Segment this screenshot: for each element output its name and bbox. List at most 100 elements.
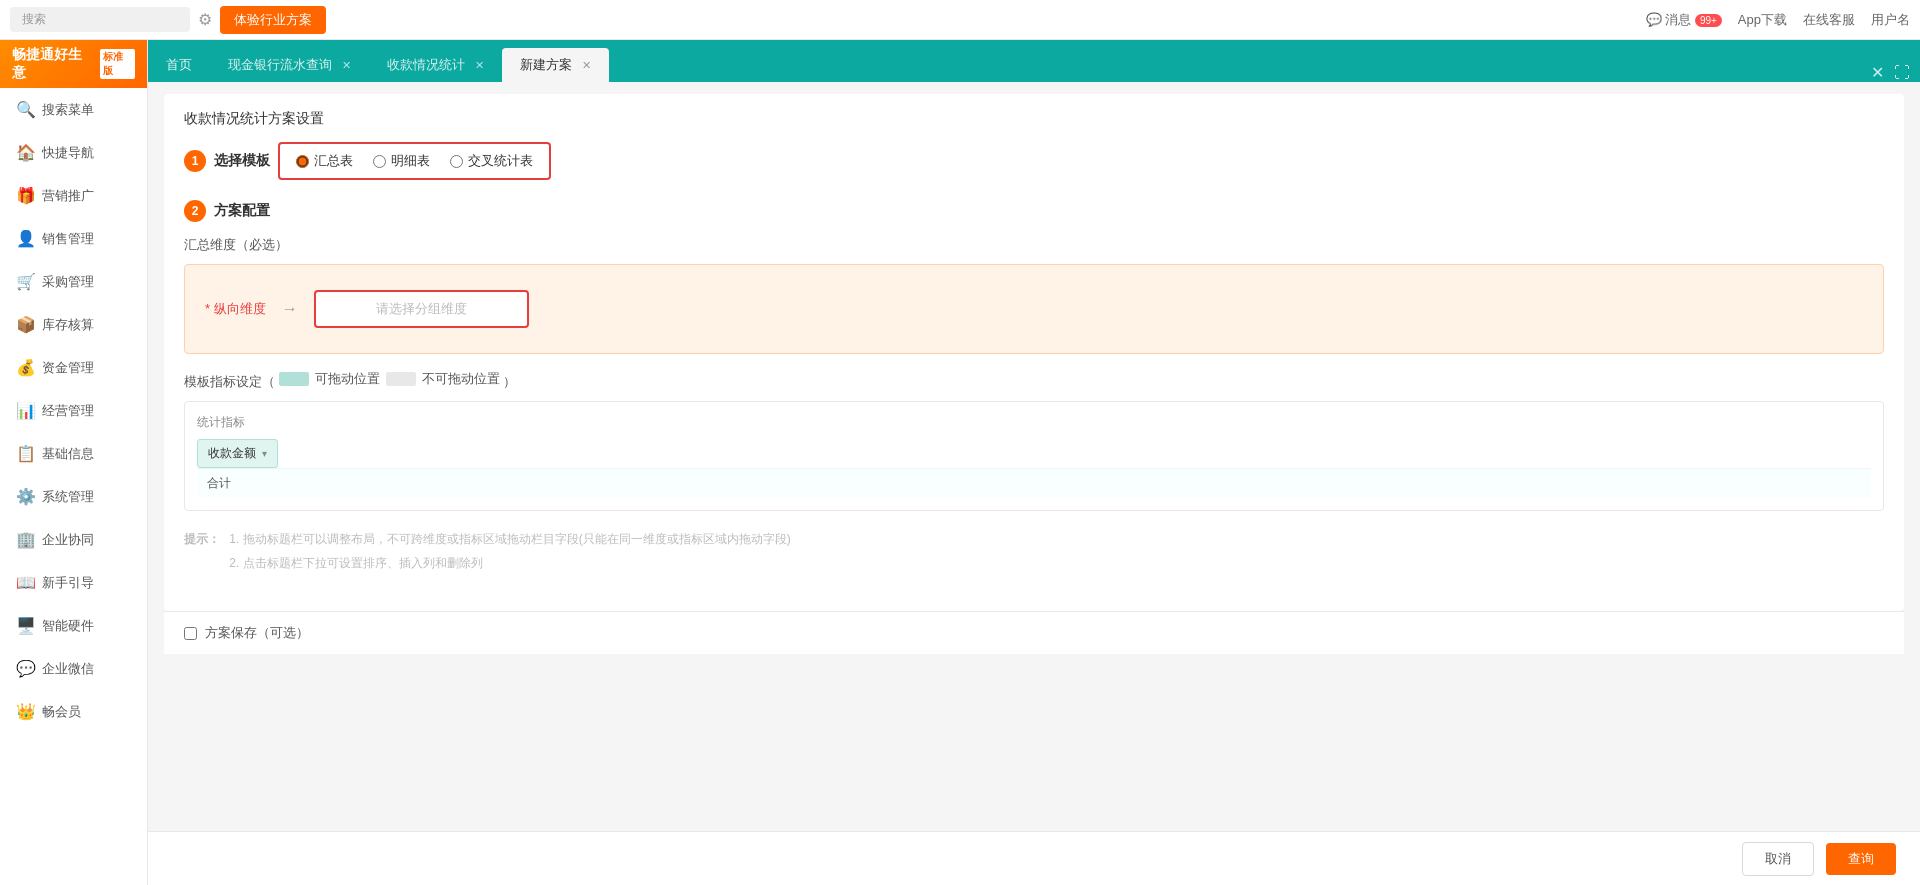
sidebar-logo: 畅捷通好生意 标准版 [0, 40, 147, 88]
search-menu-icon: 🔍 [16, 100, 34, 119]
metrics-title: 统计指标 [197, 414, 1871, 431]
tab-fullscreen-icon[interactable]: ⛶ [1894, 64, 1910, 82]
sidebar-item-enterprise[interactable]: 🏢 企业协同 [0, 518, 147, 561]
radio-detail-input[interactable] [373, 155, 386, 168]
metric-tag-row: 收款金额 ▾ [197, 439, 1871, 468]
tab-bank-flow[interactable]: 现金银行流水查询 ✕ [210, 48, 369, 82]
tab-home[interactable]: 首页 [148, 48, 210, 82]
sidebar-item-quick-nav[interactable]: 🏠 快捷导航 [0, 131, 147, 174]
vertical-label-text: * 纵向维度 [205, 301, 266, 316]
online-service-link[interactable]: 在线客服 [1803, 11, 1855, 29]
app-download-link[interactable]: App下载 [1738, 11, 1787, 29]
tip-text-1: 1. 拖动标题栏可以调整布局，不可跨维度或指标区域拖动栏目字段(只能在同一维度或… [229, 532, 790, 546]
search-bar[interactable]: 搜索 [10, 7, 190, 32]
dimension-select-box[interactable]: 请选择分组维度 [314, 290, 529, 328]
vertical-dimension-label: * 纵向维度 [205, 300, 266, 318]
query-button[interactable]: 查询 [1826, 843, 1896, 875]
sidebar-item-hardware[interactable]: 🖥️ 智能硬件 [0, 604, 147, 647]
tab-new-plan[interactable]: 新建方案 ✕ [502, 48, 609, 82]
main-content: 首页 现金银行流水查询 ✕ 收款情况统计 ✕ 新建方案 ✕ ✕ ⛶ [148, 40, 1920, 885]
metric-subtotal-row: 合计 [197, 468, 1871, 498]
draggable-label: 可拖动位置 [315, 370, 380, 388]
save-section: 方案保存（可选） [164, 611, 1904, 654]
sidebar-item-purchase[interactable]: 🛒 采购管理 [0, 260, 147, 303]
metrics-header-close: ） [503, 374, 516, 389]
radio-summary[interactable]: 汇总表 [296, 152, 353, 170]
metric-tag-collection-amount[interactable]: 收款金额 ▾ [197, 439, 278, 468]
sidebar-label-basic: 基础信息 [42, 445, 94, 463]
tip-line-1: 提示： 1. 拖动标题栏可以调整布局，不可跨维度或指标区域拖动栏目字段(只能在同… [184, 527, 1884, 551]
step2-header: 2 方案配置 [184, 200, 1884, 222]
tip-line-2: 提示： 2. 点击标题栏下拉可设置排序、插入列和删除列 [184, 551, 1884, 575]
finance-icon: 💰 [16, 358, 34, 377]
sales-icon: 👤 [16, 229, 34, 248]
tab-collection-stats-close[interactable]: ✕ [475, 59, 484, 72]
dimension-section-title: 汇总维度（必选） [184, 236, 1884, 254]
sidebar-item-sales[interactable]: 👤 销售管理 [0, 217, 147, 260]
radio-group-template: 汇总表 明细表 交叉统计表 [296, 152, 533, 170]
draggable-color-swatch [279, 372, 309, 386]
step2-number: 2 [184, 200, 206, 222]
metrics-header-text: 模板指标设定（ 可拖动位置 不可拖动位置 ） [184, 370, 516, 391]
sidebar-item-member[interactable]: 👑 畅会员 [0, 690, 147, 733]
settings-icon[interactable]: ⚙ [198, 10, 212, 29]
main-card: 收款情况统计方案设置 1 选择模板 汇总表 [164, 94, 1904, 611]
guide-icon: 📖 [16, 573, 34, 592]
tips-section: 提示： 1. 拖动标题栏可以调整布局，不可跨维度或指标区域拖动栏目字段(只能在同… [184, 527, 1884, 575]
logo-sub: 标准版 [100, 49, 135, 79]
sidebar-label-guide: 新手引导 [42, 574, 94, 592]
tab-bank-flow-close[interactable]: ✕ [342, 59, 351, 72]
layout: 畅捷通好生意 标准版 🔍 搜索菜单 🏠 快捷导航 🎁 营销推广 👤 销售管理 🛒… [0, 40, 1920, 885]
notification-area[interactable]: 💬 消息 99+ [1646, 11, 1722, 29]
top-header: 搜索 ⚙ 体验行业方案 💬 消息 99+ App下载 在线客服 用户名 [0, 0, 1920, 40]
basic-icon: 📋 [16, 444, 34, 463]
sidebar-item-wechat[interactable]: 💬 企业微信 [0, 647, 147, 690]
radio-cross[interactable]: 交叉统计表 [450, 152, 533, 170]
notification-badge: 99+ [1695, 14, 1722, 27]
tab-new-plan-label: 新建方案 [520, 56, 572, 74]
save-checkbox[interactable] [184, 627, 197, 640]
tab-home-label: 首页 [166, 56, 192, 74]
metrics-header-main: 模板指标设定（ [184, 374, 275, 389]
user-name: 用户名 [1871, 11, 1910, 29]
step2-section: 2 方案配置 汇总维度（必选） * 纵向维度 → 请选择分组维度 [184, 200, 1884, 575]
tab-new-plan-close[interactable]: ✕ [582, 59, 591, 72]
sidebar-label-search-menu: 搜索菜单 [42, 101, 94, 119]
dimension-area: * 纵向维度 → 请选择分组维度 [184, 264, 1884, 354]
sidebar-item-system[interactable]: ⚙️ 系统管理 [0, 475, 147, 518]
sidebar-item-search-menu[interactable]: 🔍 搜索菜单 [0, 88, 147, 131]
tab-close-icon[interactable]: ✕ [1871, 63, 1884, 82]
sidebar-label-finance: 资金管理 [42, 359, 94, 377]
save-label: 方案保存（可选） [205, 624, 309, 642]
metric-tag-label: 收款金额 [208, 445, 256, 462]
action-bar: 取消 查询 [148, 831, 1920, 885]
radio-detail[interactable]: 明细表 [373, 152, 430, 170]
radio-cross-input[interactable] [450, 155, 463, 168]
sidebar-item-inventory[interactable]: 📦 库存核算 [0, 303, 147, 346]
sidebar-label-sales: 销售管理 [42, 230, 94, 248]
sidebar-label-quick-nav: 快捷导航 [42, 144, 94, 162]
sidebar-item-basic[interactable]: 📋 基础信息 [0, 432, 147, 475]
non-draggable-color-swatch [386, 372, 416, 386]
step2-title: 方案配置 [214, 202, 270, 220]
sidebar-label-member: 畅会员 [42, 703, 81, 721]
operations-icon: 📊 [16, 401, 34, 420]
sidebar-label-purchase: 采购管理 [42, 273, 94, 291]
system-icon: ⚙️ [16, 487, 34, 506]
logo-text: 畅捷通好生意 [12, 46, 94, 82]
sidebar-label-system: 系统管理 [42, 488, 94, 506]
radio-summary-input[interactable] [296, 155, 309, 168]
trial-button[interactable]: 体验行业方案 [220, 6, 326, 34]
cancel-button[interactable]: 取消 [1742, 842, 1814, 876]
sidebar-item-operations[interactable]: 📊 经营管理 [0, 389, 147, 432]
page-body: 收款情况统计方案设置 1 选择模板 汇总表 [148, 82, 1920, 831]
sidebar-label-operations: 经营管理 [42, 402, 94, 420]
sidebar-item-finance[interactable]: 💰 资金管理 [0, 346, 147, 389]
quick-nav-icon: 🏠 [16, 143, 34, 162]
sidebar: 畅捷通好生意 标准版 🔍 搜索菜单 🏠 快捷导航 🎁 营销推广 👤 销售管理 🛒… [0, 40, 148, 885]
sidebar-item-marketing[interactable]: 🎁 营销推广 [0, 174, 147, 217]
tab-collection-stats[interactable]: 收款情况统计 ✕ [369, 48, 502, 82]
metrics-legend: 可拖动位置 不可拖动位置 [279, 370, 500, 388]
sidebar-item-guide[interactable]: 📖 新手引导 [0, 561, 147, 604]
radio-cross-label: 交叉统计表 [468, 152, 533, 170]
